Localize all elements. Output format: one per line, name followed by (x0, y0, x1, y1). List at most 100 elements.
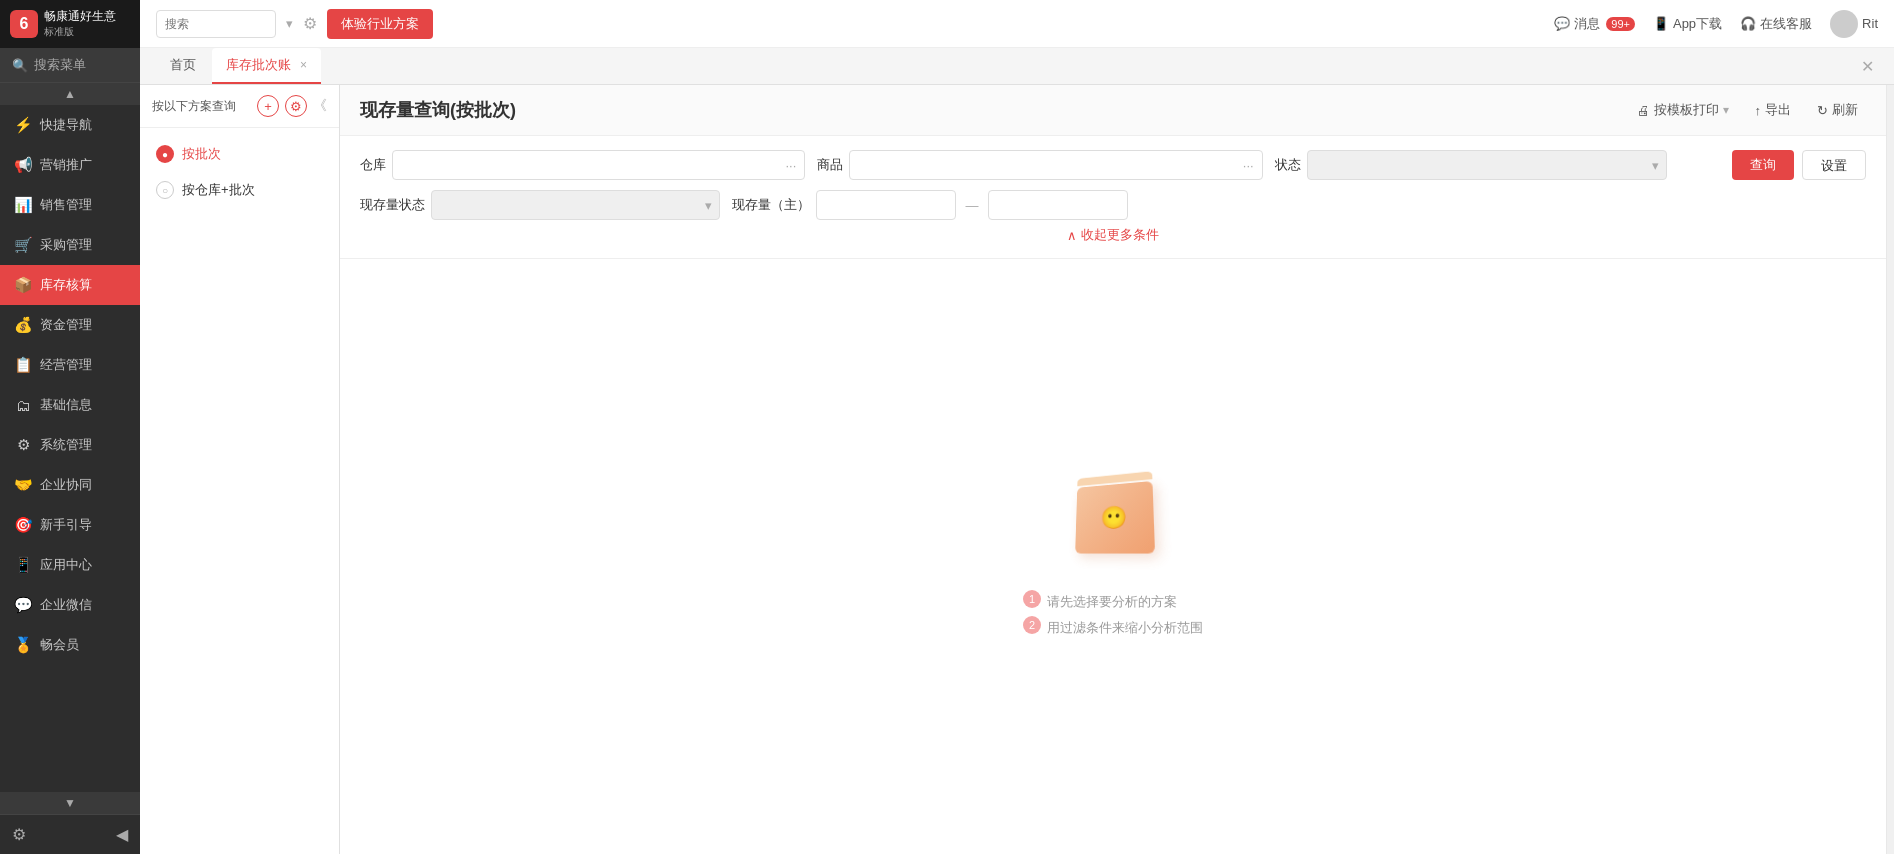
warehouse-input[interactable] (393, 158, 777, 173)
tab-inventory-batch-label: 库存批次账 (226, 56, 291, 74)
print-btn[interactable]: 🖨 按模板打印 ▾ (1629, 97, 1737, 123)
scheme-label-warehouse-batch: 按仓库+批次 (182, 181, 255, 199)
finance-icon: 💰 (14, 316, 32, 334)
username-label: Rit (1862, 16, 1878, 31)
user-avatar-btn[interactable]: Rit (1830, 10, 1878, 38)
scheme-item-warehouse-batch[interactable]: ○ 按仓库+批次 (140, 172, 339, 208)
sidebar-scroll-down[interactable]: ▼ (0, 792, 140, 814)
topbar-search-input[interactable] (156, 10, 276, 38)
topbar-dropdown-icon[interactable]: ▾ (286, 16, 293, 31)
export-btn-label: 导出 (1765, 101, 1791, 119)
refresh-btn[interactable]: ↻ 刷新 (1809, 97, 1866, 123)
search-menu[interactable]: 🔍 搜索菜单 (0, 48, 140, 83)
system-icon: ⚙ (14, 436, 32, 454)
topbar-right: 💬 消息 99+ 📱 App下载 🎧 在线客服 Rit (1554, 10, 1878, 38)
export-btn[interactable]: ↑ 导出 (1747, 97, 1800, 123)
tab-close-icon[interactable]: × (300, 58, 307, 72)
status-select[interactable] (1307, 150, 1667, 180)
filter-row-1: 仓库 ··· 商品 ··· 状态 (360, 150, 1866, 180)
tabs-close-all-btn[interactable]: ✕ (1857, 53, 1878, 80)
app-download-btn[interactable]: 📱 App下载 (1653, 15, 1722, 33)
experience-btn[interactable]: 体验行业方案 (327, 9, 433, 39)
export-icon: ↑ (1755, 103, 1762, 118)
inventory-icon: 📦 (14, 276, 32, 294)
stock-status-label: 现存量状态 (360, 196, 425, 214)
main-container: ▾ ⚙ 体验行业方案 💬 消息 99+ 📱 App下载 🎧 在线客服 Rit (140, 0, 1894, 854)
status-label: 状态 (1275, 156, 1301, 174)
collapse-label: 收起更多条件 (1081, 226, 1159, 244)
settings-icon[interactable]: ⚙ (12, 825, 26, 844)
message-badge: 99+ (1606, 17, 1635, 31)
qty-max-input[interactable] (988, 190, 1128, 220)
filter-product: 商品 ··· (817, 150, 1262, 180)
sidebar-item-label: 新手引导 (40, 516, 92, 534)
sidebar-item-inventory[interactable]: 📦 库存核算 (0, 265, 140, 305)
filter-qty-range: 现存量（主） — (732, 190, 1132, 220)
scheme-item-batch[interactable]: ● 按批次 (140, 136, 339, 172)
filter-settings-btn[interactable]: 设置 (1802, 150, 1866, 180)
app-name: 畅康通好生意 (44, 9, 116, 25)
collapse-sidebar-icon[interactable]: ◀ (116, 825, 128, 844)
refresh-icon: ↻ (1817, 103, 1828, 118)
empty-tips: 1 请先选择要分析的方案 2 用过滤条件来缩小分析范围 (1023, 589, 1203, 641)
sidebar-scroll-up[interactable]: ▲ (0, 83, 140, 105)
query-btn[interactable]: 查询 (1732, 150, 1794, 180)
purchase-icon: 🛒 (14, 236, 32, 254)
collapse-more-btn[interactable]: ∧ 收起更多条件 (1067, 226, 1159, 244)
sidebar-item-member[interactable]: 🏅 畅会员 (0, 625, 140, 665)
quick-nav-icon: ⚡ (14, 116, 32, 134)
sidebar-item-quick-nav[interactable]: ⚡ 快捷导航 (0, 105, 140, 145)
empty-state: 😶 1 请先选择要分析的方案 2 用过滤条件来缩小分析范围 (340, 259, 1886, 854)
sidebar-item-sales[interactable]: 📊 销售管理 (0, 185, 140, 225)
product-more-icon[interactable]: ··· (1235, 158, 1262, 173)
qty-separator: — (962, 198, 982, 213)
sidebar-item-enterprise[interactable]: 🤝 企业协同 (0, 465, 140, 505)
sidebar-item-system[interactable]: ⚙ 系统管理 (0, 425, 140, 465)
sidebar: 6 畅康通好生意 标准版 🔍 搜索菜单 ▲ ⚡ 快捷导航 📢 营销推广 📊 销售… (0, 0, 140, 854)
sidebar-item-newbie[interactable]: 🎯 新手引导 (0, 505, 140, 545)
warehouse-more-icon[interactable]: ··· (777, 158, 804, 173)
collapse-left-panel-btn[interactable]: 《 (313, 97, 327, 115)
tab-inventory-batch[interactable]: 库存批次账 × (212, 48, 321, 84)
refresh-btn-label: 刷新 (1832, 101, 1858, 119)
enterprise-icon: 🤝 (14, 476, 32, 494)
app-info: 畅康通好生意 标准版 (44, 9, 116, 39)
product-input[interactable] (850, 158, 1234, 173)
marketing-icon: 📢 (14, 156, 32, 174)
sidebar-item-label: 基础信息 (40, 396, 92, 414)
print-dropdown-icon: ▾ (1723, 103, 1729, 117)
add-scheme-btn[interactable]: + (257, 95, 279, 117)
sidebar-item-app-center[interactable]: 📱 应用中心 (0, 545, 140, 585)
app-center-icon: 📱 (14, 556, 32, 574)
sidebar-item-label: 快捷导航 (40, 116, 92, 134)
scheme-dot-warehouse-batch: ○ (156, 181, 174, 199)
stock-status-select[interactable] (431, 190, 720, 220)
sidebar-item-label: 销售管理 (40, 196, 92, 214)
message-icon: 💬 (1554, 16, 1570, 31)
sidebar-item-operation[interactable]: 📋 经营管理 (0, 345, 140, 385)
empty-tip-2: 2 用过滤条件来缩小分析范围 (1023, 615, 1203, 641)
sidebar-item-basic[interactable]: 🗂 基础信息 (0, 385, 140, 425)
messages-btn[interactable]: 💬 消息 99+ (1554, 15, 1635, 33)
avatar (1830, 10, 1858, 38)
scheme-label-batch: 按批次 (182, 145, 221, 163)
sidebar-item-purchase[interactable]: 🛒 采购管理 (0, 225, 140, 265)
sidebar-item-label: 经营管理 (40, 356, 92, 374)
sidebar-item-marketing[interactable]: 📢 营销推广 (0, 145, 140, 185)
online-service-btn[interactable]: 🎧 在线客服 (1740, 15, 1812, 33)
sidebar-item-finance[interactable]: 💰 资金管理 (0, 305, 140, 345)
sidebar-item-label: 采购管理 (40, 236, 92, 254)
filter-stock-status: 现存量状态 ▾ (360, 190, 720, 220)
topbar-settings-icon[interactable]: ⚙ (303, 14, 317, 33)
app-download-label: App下载 (1673, 15, 1722, 33)
sidebar-item-wechat[interactable]: 💬 企业微信 (0, 585, 140, 625)
filter-row-2: 现存量状态 ▾ 现存量（主） — (360, 190, 1866, 220)
status-select-wrapper: ▾ (1307, 150, 1667, 180)
qty-min-input[interactable] (816, 190, 956, 220)
filter-actions: 查询 设置 (1732, 150, 1866, 180)
right-scroll-track[interactable] (1886, 85, 1894, 854)
tab-home[interactable]: 首页 (156, 48, 210, 84)
sidebar-item-label: 企业协同 (40, 476, 92, 494)
filter-area: 仓库 ··· 商品 ··· 状态 (340, 136, 1886, 259)
scheme-settings-btn[interactable]: ⚙ (285, 95, 307, 117)
